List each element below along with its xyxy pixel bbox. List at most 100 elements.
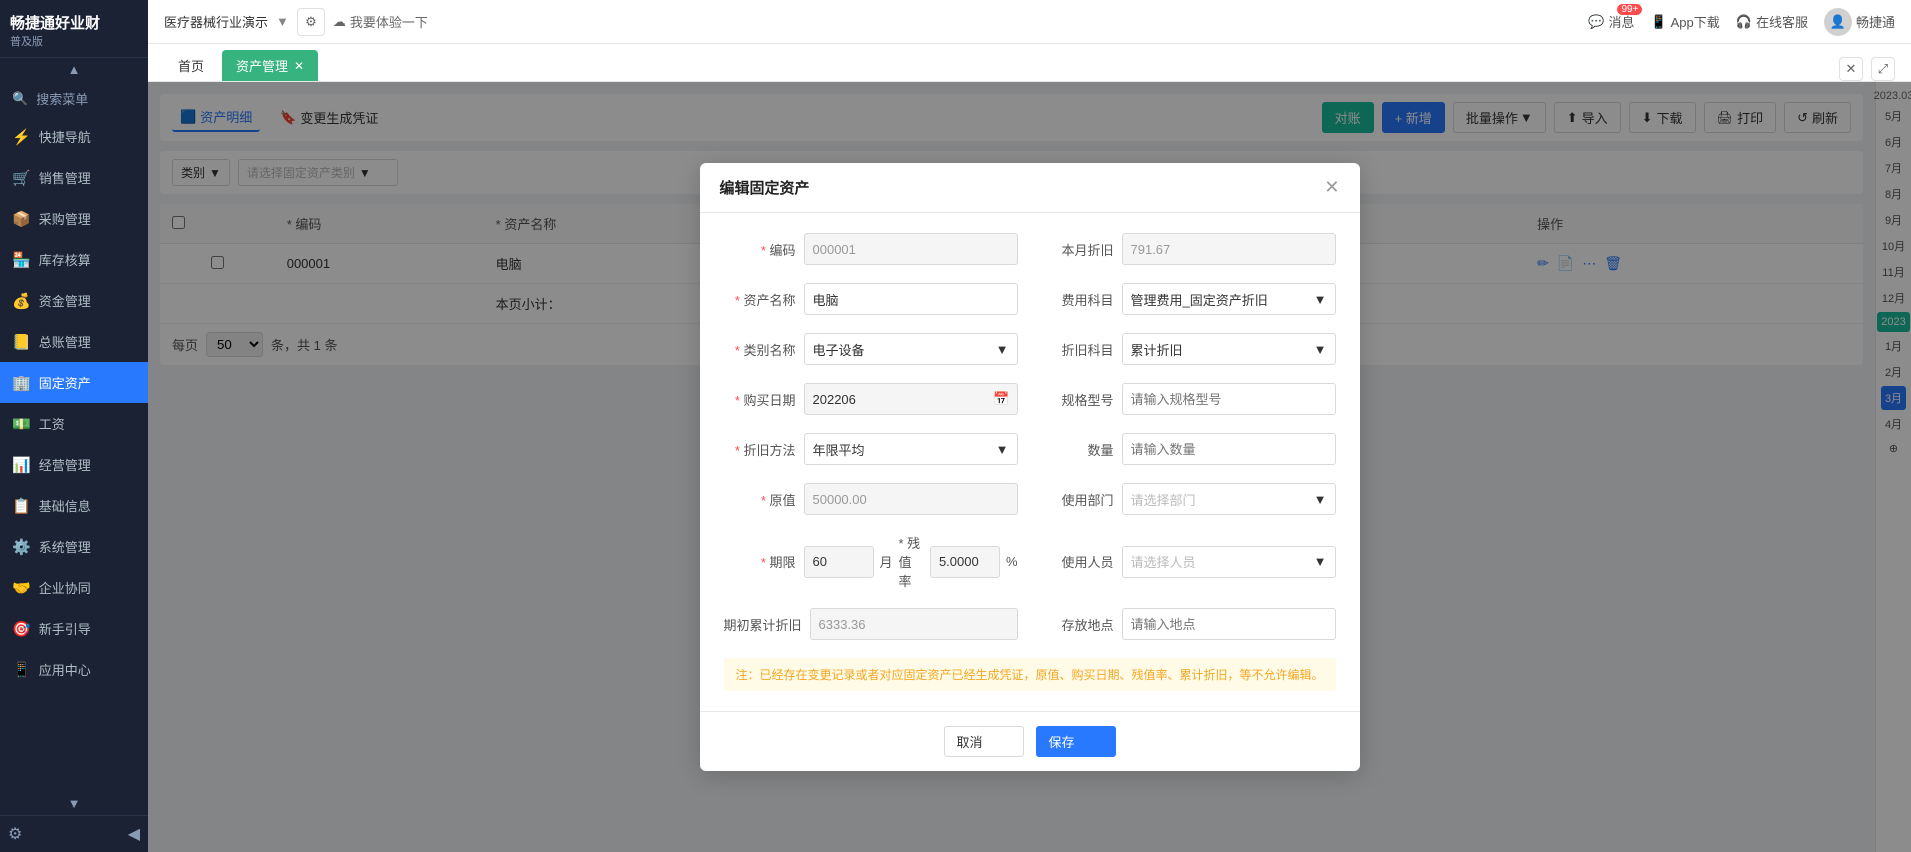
sidebar-item-appcenter[interactable]: 📱 应用中心	[0, 649, 148, 690]
operation-icon: 📊	[12, 456, 31, 474]
form-row-4: 购买日期 📅 规格型号	[724, 383, 1336, 415]
company-dropdown-icon[interactable]: ▼	[276, 14, 289, 29]
base-icon: 📋	[12, 497, 31, 515]
period-input[interactable]	[804, 546, 874, 578]
app-name: 畅捷通好业财	[10, 12, 138, 33]
settings-button[interactable]: ⚙	[297, 8, 325, 36]
topbar-right: 💬 消息 99+ 📱 App下载 🎧 在线客服 👤 畅捷通	[1588, 8, 1895, 36]
appcenter-icon: 📱	[12, 661, 31, 679]
sidebar-item-general[interactable]: 📒 总账管理	[0, 321, 148, 362]
form-row-6: 原值 使用部门 请选择部门 ▼	[724, 483, 1336, 515]
form-group-original-value: 原值	[724, 483, 1018, 515]
form-group-dept: 使用部门 请选择部门 ▼	[1042, 483, 1336, 515]
period-label: 期限	[724, 552, 796, 571]
app-edition: 普及版	[10, 33, 138, 49]
storage-label: 存放地点	[1042, 615, 1114, 634]
sidebar-scroll-down[interactable]: ▼	[0, 792, 148, 815]
period-inline-group: 月 * 残值率 %	[804, 533, 1018, 590]
sidebar-item-guide[interactable]: 🎯 新手引导	[0, 608, 148, 649]
form-row-3: 类别名称 电子设备 ▼ 折旧科目 累计折旧 ▼	[724, 333, 1336, 365]
sidebar-item-enterprise[interactable]: 🤝 企业协同	[0, 567, 148, 608]
tab-asset-management[interactable]: 资产管理 ✕	[222, 50, 318, 81]
storage-input[interactable]	[1122, 608, 1336, 640]
sidebar-item-inventory-label: 库存核算	[39, 250, 91, 269]
period-unit: 月	[880, 552, 893, 571]
this-month-dep-input	[1122, 233, 1336, 265]
quantity-input[interactable]	[1122, 433, 1336, 465]
sidebar-item-general-label: 总账管理	[39, 332, 91, 351]
user-placeholder: 请选择人员	[1131, 552, 1196, 571]
tab-close-icon[interactable]: ✕	[294, 59, 304, 73]
sidebar-item-base-label: 基础信息	[39, 496, 91, 515]
form-row-1: 编码 本月折旧	[724, 233, 1336, 265]
code-input[interactable]	[804, 233, 1018, 265]
dep-method-select[interactable]: 年限平均 ▼	[804, 433, 1018, 465]
collapse-sidebar-icon[interactable]: ◀	[128, 824, 140, 844]
original-value-label: 原值	[724, 490, 796, 509]
company-name[interactable]: 医疗器械行业演示	[164, 12, 268, 31]
tabbar-actions: ✕ ⤢	[1839, 57, 1895, 81]
dep-method-label: 折旧方法	[724, 440, 796, 459]
form-group-dep-method: 折旧方法 年限平均 ▼	[724, 433, 1018, 465]
experience-button[interactable]: ☁ 我要体验一下	[333, 12, 428, 31]
opening-dep-input[interactable]	[810, 608, 1018, 640]
sidebar-item-fixed-label: 固定资产	[39, 373, 91, 392]
modal-header: 编辑固定资产 ✕	[700, 163, 1360, 213]
sidebar-item-fund[interactable]: 💰 资金管理	[0, 280, 148, 321]
sidebar-item-purchase[interactable]: 📦 采购管理	[0, 198, 148, 239]
modal-title: 编辑固定资产	[720, 177, 810, 198]
sidebar-bottom: ⚙ ◀	[0, 815, 148, 852]
tab-close-window-btn[interactable]: ✕	[1839, 57, 1863, 81]
sidebar-item-inventory[interactable]: 🏪 库存核算	[0, 239, 148, 280]
user-select[interactable]: 请选择人员 ▼	[1122, 546, 1336, 578]
expense-subject-select[interactable]: 管理费用_固定资产折旧 ▼	[1122, 283, 1336, 315]
category-value: 电子设备	[813, 340, 865, 359]
asset-name-label: 资产名称	[724, 290, 796, 309]
message-icon: 💬	[1588, 14, 1604, 30]
form-group-period: 期限 月 * 残值率 %	[724, 533, 1018, 590]
sidebar-item-sales[interactable]: 🛒 销售管理	[0, 157, 148, 198]
sales-icon: 🛒	[12, 169, 31, 187]
dept-select[interactable]: 请选择部门 ▼	[1122, 483, 1336, 515]
asset-name-input[interactable]	[804, 283, 1018, 315]
save-button[interactable]: 保存	[1036, 726, 1116, 757]
content-area: 🟦 资产明细 🔖 变更生成凭证 对账 + 新增 批量操作	[148, 82, 1911, 852]
dep-subject-select[interactable]: 累计折旧 ▼	[1122, 333, 1336, 365]
online-service-button[interactable]: 🎧 在线客服	[1736, 12, 1808, 31]
purchase-date-input[interactable]	[804, 383, 1018, 415]
tab-home[interactable]: 首页	[164, 50, 218, 81]
cancel-button[interactable]: 取消	[944, 726, 1024, 757]
category-select[interactable]: 电子设备 ▼	[804, 333, 1018, 365]
calendar-icon[interactable]: 📅	[993, 391, 1009, 407]
residual-rate-input[interactable]	[930, 546, 1000, 578]
online-service-label: 在线客服	[1756, 12, 1808, 31]
sidebar-item-base[interactable]: 📋 基础信息	[0, 485, 148, 526]
sidebar-item-system[interactable]: ⚙️ 系统管理	[0, 526, 148, 567]
sidebar-item-system-label: 系统管理	[39, 537, 91, 556]
message-badge: 99+	[1617, 4, 1642, 15]
sidebar-search[interactable]: 🔍 搜索菜单	[0, 81, 148, 116]
sidebar-item-operation[interactable]: 📊 经营管理	[0, 444, 148, 485]
user-label: 畅捷通	[1856, 12, 1895, 31]
sidebar-item-quicknav[interactable]: ⚡ 快捷导航	[0, 116, 148, 157]
user-profile-button[interactable]: 👤 畅捷通	[1824, 8, 1895, 36]
sidebar-item-wage[interactable]: 💵 工资	[0, 403, 148, 444]
modal-close-button[interactable]: ✕	[1324, 177, 1339, 198]
message-button[interactable]: 💬 消息 99+	[1588, 12, 1634, 31]
form-row-5: 折旧方法 年限平均 ▼ 数量	[724, 433, 1336, 465]
sidebar-scroll-up[interactable]: ▲	[0, 58, 148, 81]
spec-input[interactable]	[1122, 383, 1336, 415]
expense-subject-label: 费用科目	[1042, 290, 1114, 309]
app-download-button[interactable]: 📱 App下载	[1650, 12, 1719, 31]
app-download-icon: 📱	[1650, 14, 1666, 30]
enterprise-icon: 🤝	[12, 579, 31, 597]
dept-placeholder: 请选择部门	[1131, 490, 1196, 509]
sidebar-item-fixed[interactable]: 🏢 固定资产	[0, 362, 148, 403]
dep-subject-label: 折旧科目	[1042, 340, 1114, 359]
sidebar-item-guide-label: 新手引导	[39, 619, 91, 638]
quicknav-label: 快捷导航	[39, 127, 91, 146]
tab-maximize-btn[interactable]: ⤢	[1871, 57, 1895, 81]
settings-icon[interactable]: ⚙	[8, 824, 22, 844]
this-month-dep-label: 本月折旧	[1042, 240, 1114, 259]
original-value-input[interactable]	[804, 483, 1018, 515]
